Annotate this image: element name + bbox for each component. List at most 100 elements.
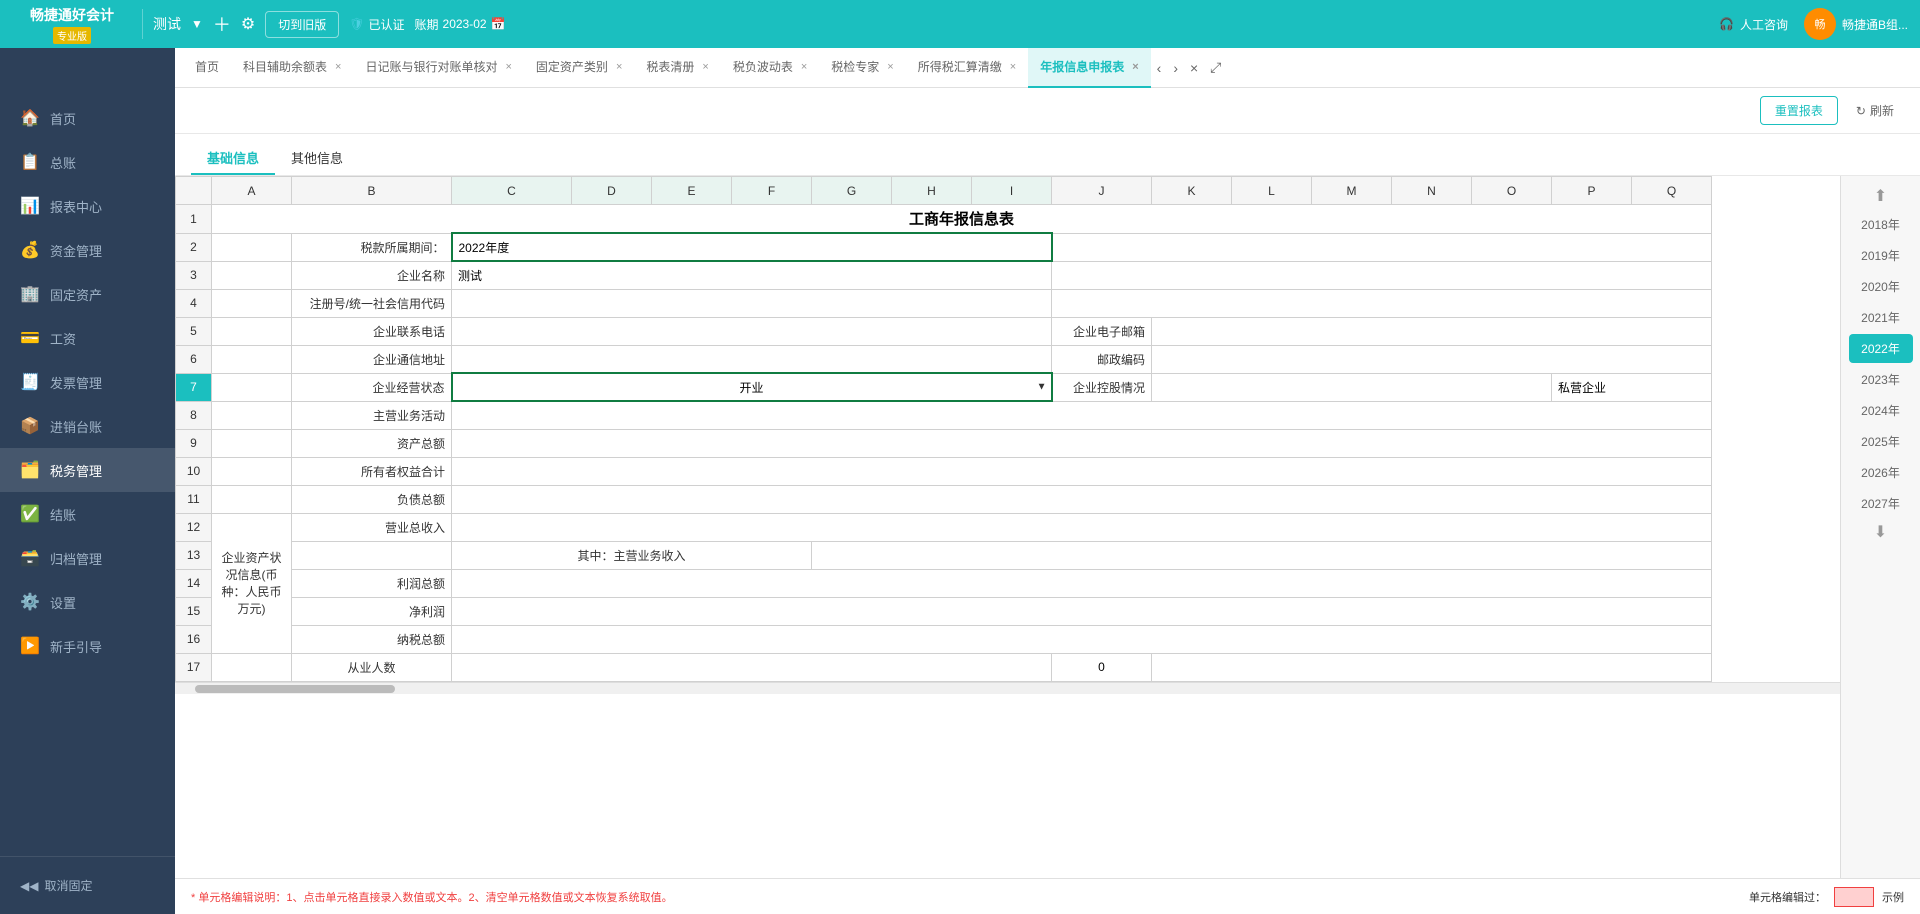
tab-income-close[interactable]: × — [1010, 61, 1016, 73]
cell-5A[interactable] — [212, 317, 292, 345]
calendar-icon[interactable]: 📅 — [491, 17, 506, 31]
sub-tab-other[interactable]: 其他信息 — [275, 142, 359, 175]
tab-journal-close[interactable]: × — [505, 61, 511, 73]
cell-16B[interactable]: 纳税总额 — [292, 625, 452, 653]
horizontal-scrollbar[interactable] — [175, 682, 1840, 694]
sidebar-item-home[interactable]: 🏠 首页 — [0, 96, 175, 140]
cell-10C[interactable] — [452, 457, 1712, 485]
settings-icon[interactable]: ⚙ — [241, 14, 255, 34]
support-area[interactable]: 🎧 人工咨询 — [1719, 16, 1788, 33]
cell-6K[interactable] — [1152, 345, 1712, 373]
year-2025[interactable]: 2025年 — [1849, 427, 1913, 456]
sidebar-item-tax[interactable]: 🗂️ 税务管理 — [0, 448, 175, 492]
cell-3B[interactable]: 企业名称 — [292, 261, 452, 289]
cell-9A[interactable] — [212, 429, 292, 457]
sidebar-item-settings[interactable]: ⚙️ 设置 — [0, 580, 175, 624]
reset-report-btn[interactable]: 重置报表 — [1760, 96, 1838, 125]
cell-9B[interactable]: 资产总额 — [292, 429, 452, 457]
sidebar-item-archive[interactable]: 🗃️ 归档管理 — [0, 536, 175, 580]
tab-tax-expert-close[interactable]: × — [887, 61, 893, 73]
cell-5K[interactable] — [1152, 317, 1712, 345]
cell-17J[interactable]: 0 — [1052, 653, 1152, 681]
cell-15C[interactable] — [452, 597, 1712, 625]
cell-11C[interactable] — [452, 485, 1712, 513]
scroll-down-icon[interactable]: ⬇ — [1872, 520, 1889, 544]
cell-17K[interactable] — [1152, 653, 1712, 681]
spreadsheet-title[interactable]: 工商年报信息表 — [212, 205, 1712, 234]
tab-fixed-close[interactable]: × — [616, 61, 622, 73]
user-area[interactable]: 畅 畅捷通B组... — [1804, 8, 1908, 40]
tab-income-tax[interactable]: 所得税汇算清缴 × — [906, 48, 1028, 88]
refresh-btn[interactable]: ↻ 刷新 — [1846, 97, 1904, 124]
cell-12C[interactable] — [452, 513, 1712, 541]
cell-14C[interactable] — [452, 569, 1712, 597]
sub-tab-basic[interactable]: 基础信息 — [191, 142, 275, 175]
cell-9C[interactable] — [452, 429, 1712, 457]
scroll-up-icon[interactable]: ⬆ — [1872, 184, 1889, 208]
cell-8C[interactable] — [452, 401, 1712, 429]
tab-tax-expert[interactable]: 税检专家 × — [819, 48, 905, 88]
cell-2C[interactable]: 2022年度 — [452, 233, 1052, 261]
cell-13C[interactable]: 其中：主营业务收入 — [452, 541, 812, 569]
sidebar-item-assets[interactable]: 🏢 固定资产 — [0, 272, 175, 316]
cell-4B[interactable]: 注册号/统一社会信用代码 — [292, 289, 452, 317]
year-2023[interactable]: 2023年 — [1849, 365, 1913, 394]
year-2018[interactable]: 2018年 — [1849, 210, 1913, 239]
cell-7B[interactable]: 企业经营状态 — [292, 373, 452, 401]
cell-17C[interactable] — [452, 653, 1052, 681]
h-scroll-thumb[interactable] — [195, 685, 395, 693]
tab-subject-close[interactable]: × — [335, 61, 341, 73]
year-2021[interactable]: 2021年 — [1849, 303, 1913, 332]
spreadsheet-main[interactable]: A B C D E F G H I J K L — [175, 176, 1840, 878]
cell-2B[interactable]: 税款所属期间： — [292, 233, 452, 261]
cell-2J[interactable] — [1052, 233, 1712, 261]
cell-6B[interactable]: 企业通信地址 — [292, 345, 452, 373]
cell-5J[interactable]: 企业电子邮箱 — [1052, 317, 1152, 345]
cell-6J[interactable]: 邮政编码 — [1052, 345, 1152, 373]
sidebar-item-reports[interactable]: 📊 报表中心 — [0, 184, 175, 228]
cell-5B[interactable]: 企业联系电话 — [292, 317, 452, 345]
cell-10B[interactable]: 所有者权益合计 — [292, 457, 452, 485]
tab-fixed-assets[interactable]: 固定资产类别 × — [524, 48, 634, 88]
sidebar-item-ledger[interactable]: 📋 总账 — [0, 140, 175, 184]
year-2019[interactable]: 2019年 — [1849, 241, 1913, 270]
switch-old-btn[interactable]: 切到旧版 — [265, 11, 339, 38]
cell-10A[interactable] — [212, 457, 292, 485]
cell-3J[interactable] — [1052, 261, 1712, 289]
cell-6C[interactable] — [452, 345, 1052, 373]
cell-7J[interactable]: 企业控股情况 — [1052, 373, 1152, 401]
cell-7P[interactable]: 私营企业 — [1552, 373, 1712, 401]
tab-annual-close[interactable]: × — [1132, 61, 1138, 73]
cell-11A[interactable] — [212, 485, 292, 513]
unpin-button[interactable]: ◀◀ 取消固定 — [0, 867, 175, 904]
cell-3A[interactable] — [212, 261, 292, 289]
year-2024[interactable]: 2024年 — [1849, 396, 1913, 425]
tab-subject-balance[interactable]: 科目辅助余额表 × — [231, 48, 353, 88]
tab-tax-fluctuation[interactable]: 税负波动表 × — [721, 48, 819, 88]
year-2020[interactable]: 2020年 — [1849, 272, 1913, 301]
cell-2A[interactable] — [212, 233, 292, 261]
year-2022[interactable]: 2022年 — [1849, 334, 1913, 363]
tab-expand-btn[interactable]: ⤢ — [1204, 55, 1227, 80]
tab-prev-btn[interactable]: ‹ — [1151, 56, 1168, 80]
cell-3C[interactable]: 测试 — [452, 261, 1052, 289]
sidebar-item-invoice[interactable]: 🧾 发票管理 — [0, 360, 175, 404]
cell-7A[interactable] — [212, 373, 292, 401]
cell-6A[interactable] — [212, 345, 292, 373]
cell-8A[interactable] — [212, 401, 292, 429]
cell-13B[interactable] — [292, 541, 452, 569]
cell-16C[interactable] — [452, 625, 1712, 653]
cell-14B[interactable]: 利润总额 — [292, 569, 452, 597]
dropdown-arrow-icon[interactable]: ▼ — [191, 17, 203, 31]
tab-next-btn[interactable]: › — [1167, 56, 1184, 80]
cell-13G[interactable] — [812, 541, 1712, 569]
cell-11B[interactable]: 负债总额 — [292, 485, 452, 513]
cell-12A-merged[interactable]: 企业资产状况信息(币种：人民币万元) — [212, 513, 292, 653]
tab-journal-bank[interactable]: 日记账与银行对账单核对 × — [353, 48, 523, 88]
cell-7C[interactable]: 开业 ▼ — [452, 373, 1052, 401]
tab-tax-list-close[interactable]: × — [702, 61, 708, 73]
tab-close-all-btn[interactable]: × — [1184, 56, 1204, 80]
year-2026[interactable]: 2026年 — [1849, 458, 1913, 487]
sidebar-item-capital[interactable]: 💰 资金管理 — [0, 228, 175, 272]
cell-8B[interactable]: 主营业务活动 — [292, 401, 452, 429]
